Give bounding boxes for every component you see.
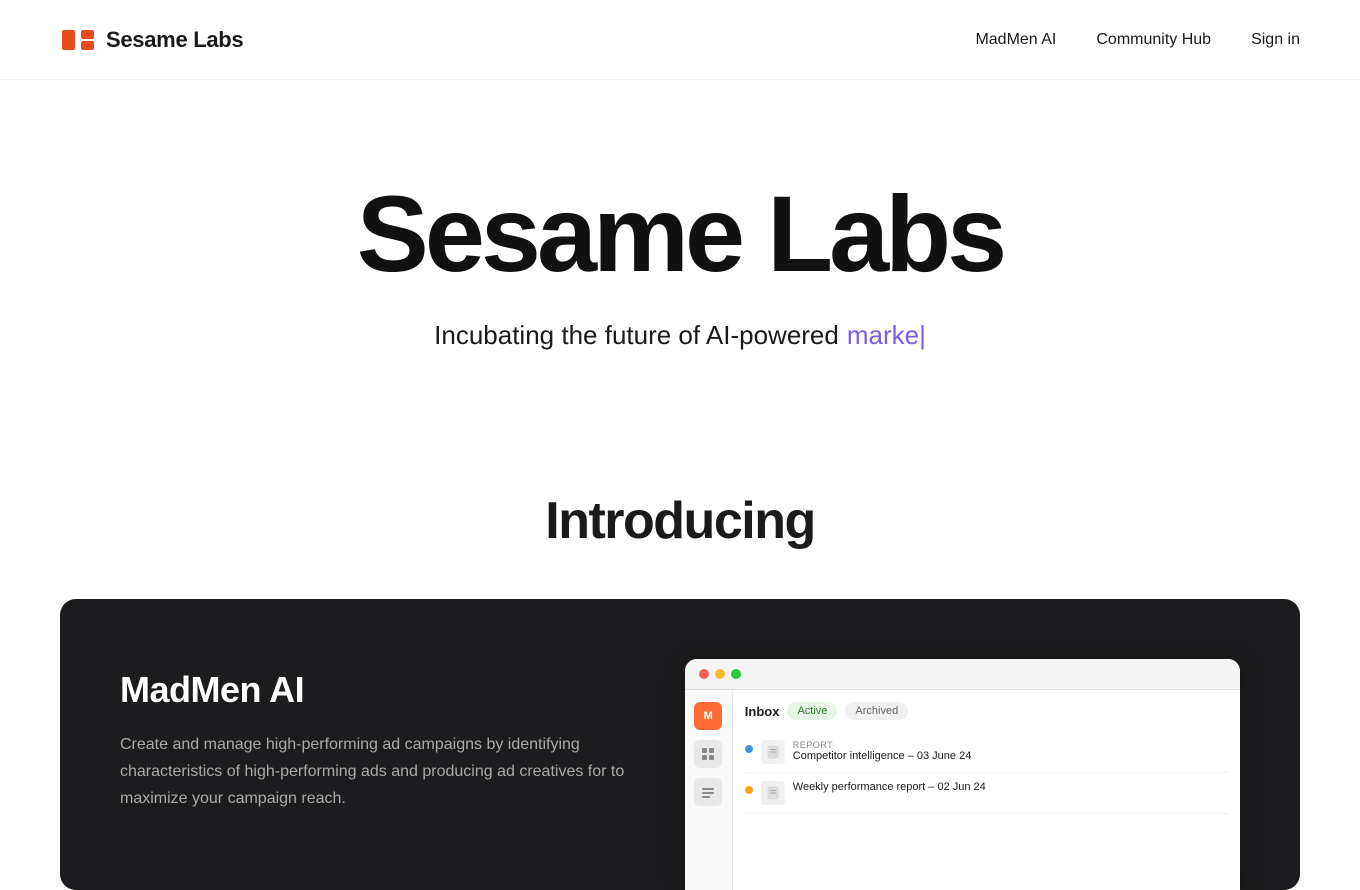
hero-subtitle-text: Incubating the future of AI-powered xyxy=(434,320,839,351)
nav-links: MadMen AI Community Hub Sign in xyxy=(975,31,1300,49)
nav-link-community-hub[interactable]: Community Hub xyxy=(1096,31,1211,49)
ss-item-icon-2 xyxy=(761,781,785,805)
nav-link-sign-in[interactable]: Sign in xyxy=(1251,31,1300,49)
logo-icon xyxy=(60,22,96,58)
screenshot-main-content: Inbox Active Archived Report Competitor … xyxy=(733,690,1240,890)
app-card-description: Create and manage high-performing ad cam… xyxy=(120,731,625,813)
screenshot-titlebar xyxy=(685,659,1240,690)
hero-title: Sesame Labs xyxy=(357,180,1003,288)
app-screenshot: M Inbox Active Archived xyxy=(685,659,1240,890)
nav-link-madmen-ai[interactable]: MadMen AI xyxy=(975,31,1056,49)
ss-item-1: Report Competitor intelligence – 03 June… xyxy=(745,732,1228,773)
app-card-content: MadMen AI Create and manage high-perform… xyxy=(120,659,625,813)
ss-inbox-label: Inbox xyxy=(745,704,780,719)
screenshot-body: M Inbox Active Archived xyxy=(685,690,1240,890)
introducing-section: Introducing MadMen AI Create and manage … xyxy=(0,431,1360,890)
screenshot-left-sidebar: M xyxy=(685,690,733,890)
app-card-madmen: MadMen AI Create and manage high-perform… xyxy=(60,599,1300,890)
ss-item-title-2: Weekly performance report – 02 Jun 24 xyxy=(793,781,986,793)
screenshot-inbox-header: Inbox Active Archived xyxy=(745,702,1228,720)
window-maximize-dot xyxy=(731,669,741,679)
ss-item-text-2: Weekly performance report – 02 Jun 24 xyxy=(793,781,986,793)
logo[interactable]: Sesame Labs xyxy=(60,22,243,58)
hero-subtitle-highlight: marke| xyxy=(847,320,926,351)
ss-item-dot-1 xyxy=(745,745,753,753)
hero-subtitle: Incubating the future of AI-powered mark… xyxy=(434,320,926,351)
ss-item-2: Weekly performance report – 02 Jun 24 xyxy=(745,773,1228,814)
introducing-title: Introducing xyxy=(60,491,1300,551)
ss-tab-archived: Archived xyxy=(845,702,908,720)
ss-tab-active: Active xyxy=(787,702,837,720)
app-card-title: MadMen AI xyxy=(120,669,625,711)
logo-text: Sesame Labs xyxy=(106,27,243,53)
window-close-dot xyxy=(699,669,709,679)
ss-item-tag-1: Report xyxy=(793,740,972,750)
ss-sidebar-icon-2 xyxy=(694,778,722,806)
navbar: Sesame Labs MadMen AI Community Hub Sign… xyxy=(0,0,1360,80)
ss-item-text-1: Report Competitor intelligence – 03 June… xyxy=(793,740,972,762)
window-minimize-dot xyxy=(715,669,725,679)
ss-item-icon-1 xyxy=(761,740,785,764)
ss-sidebar-icon-1 xyxy=(694,740,722,768)
ss-madmen-icon: M xyxy=(694,702,722,730)
hero-section: Sesame Labs Incubating the future of AI-… xyxy=(0,80,1360,431)
ss-item-title-1: Competitor intelligence – 03 June 24 xyxy=(793,750,972,762)
ss-item-dot-2 xyxy=(745,786,753,794)
